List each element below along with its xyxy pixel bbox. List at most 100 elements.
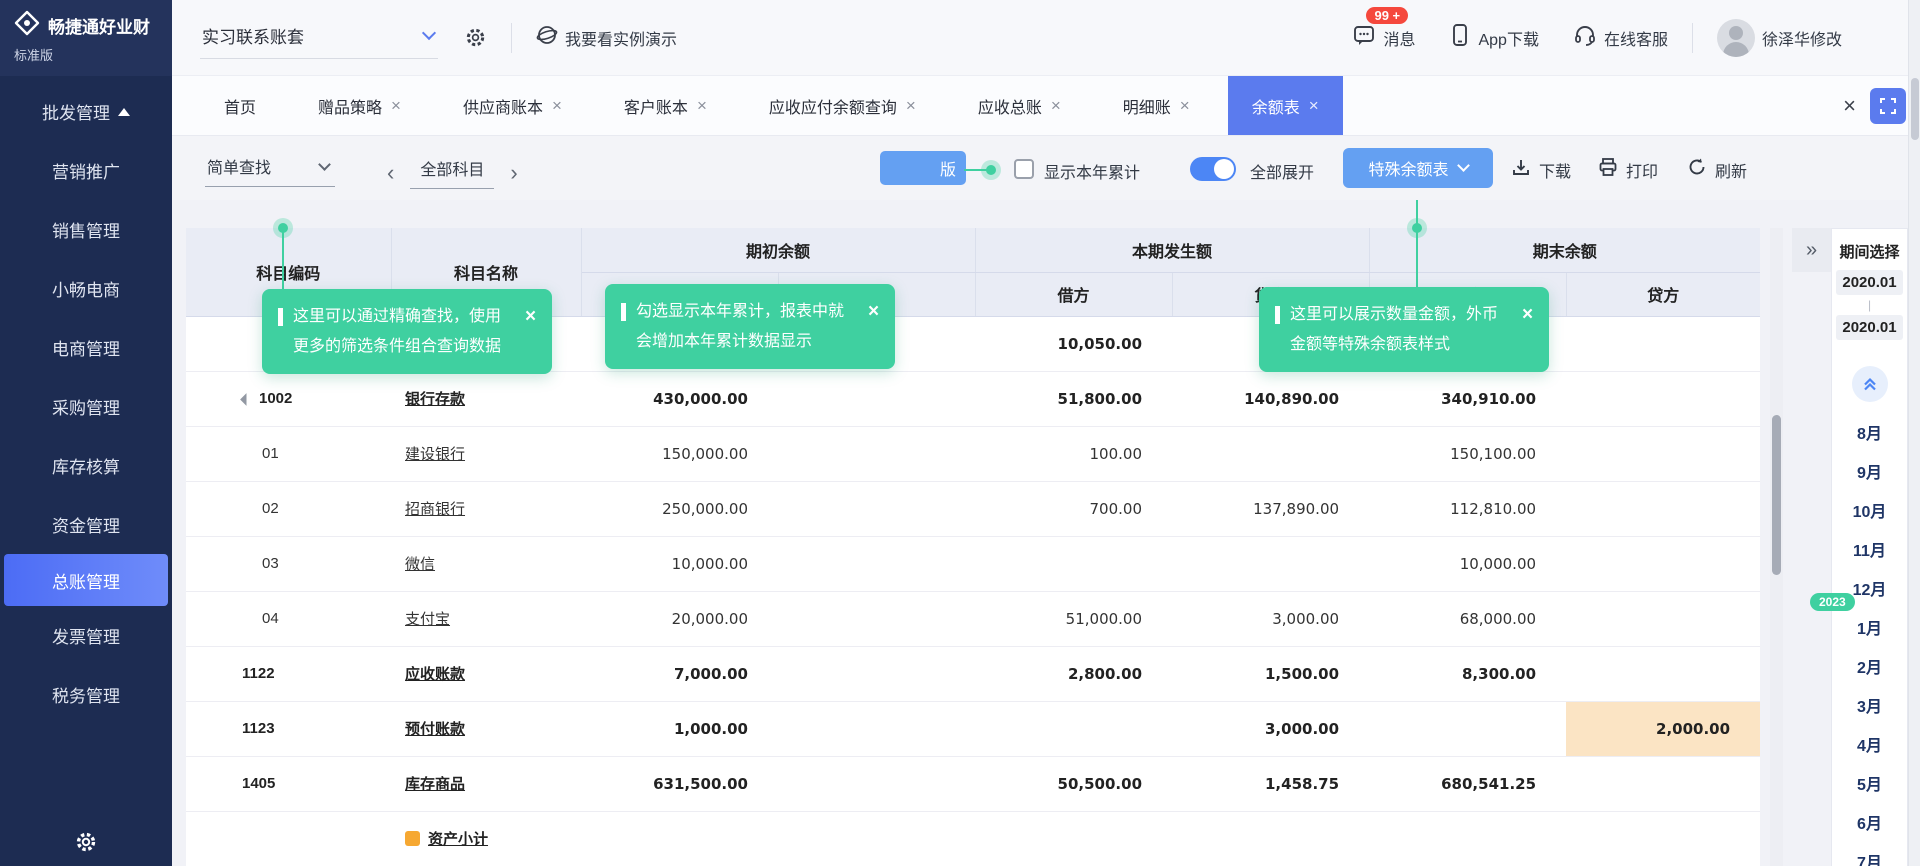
period-from[interactable]: 2020.01 (1836, 270, 1903, 295)
month-item-6月[interactable]: 6月 (1832, 802, 1907, 841)
headset-icon (1573, 23, 1597, 52)
month-item-10月[interactable]: 10月 (1832, 490, 1907, 529)
download-button[interactable]: 下载 (1511, 157, 1571, 182)
month-item-4月[interactable]: 4月 (1832, 724, 1907, 763)
sidebar-item-7[interactable]: 库存核算 (0, 436, 172, 495)
refresh-button[interactable]: 刷新 (1687, 157, 1747, 182)
close-all-icon[interactable]: × (1843, 93, 1856, 119)
sidebar-settings-gear-icon[interactable] (0, 830, 172, 854)
month-item-1月[interactable]: 1月 (1832, 607, 1907, 646)
tab-5[interactable]: 应收应付余额查询 × (745, 76, 940, 135)
online-service-button[interactable]: 在线客服 (1573, 23, 1668, 52)
sidebar-item-4[interactable]: 小畅电商 (0, 259, 172, 318)
show-ytd-label: 显示本年累计 (1044, 165, 1141, 182)
subject-name-link[interactable]: 银行存款 (405, 391, 465, 408)
tab-1[interactable]: 首页 (200, 76, 280, 135)
table-row[interactable]: 01 建设银行 150,000.00 100.00 150,100.00 (186, 426, 1761, 482)
subject-name-link[interactable]: 预付账款 (405, 721, 465, 738)
close-tab-icon[interactable]: × (1180, 97, 1190, 114)
scroll-to-current-button[interactable] (1851, 366, 1888, 402)
month-item-3月[interactable]: 3月 (1832, 685, 1907, 724)
prev-subject-icon[interactable]: ‹ (387, 161, 394, 184)
subject-filter-value[interactable]: 全部科目 (410, 156, 495, 189)
col-group-period[interactable]: 本期发生额 (975, 228, 1370, 273)
sidebar-item-8[interactable]: 资金管理 (0, 495, 172, 554)
close-tab-icon[interactable]: × (906, 97, 916, 114)
subject-name-link[interactable]: 招商银行 (405, 501, 465, 518)
table-row[interactable]: 02 招商银行 250,000.00 700.00 137,890.00 112,810.… (186, 481, 1761, 537)
table-row[interactable]: 04 支付宝 20,000.00 51,000.00 3,000.00 68,000.00 (186, 591, 1761, 647)
col-header-credit[interactable]: 贷方 (1566, 272, 1761, 317)
sidebar-item-11[interactable]: 税务管理 (0, 665, 172, 724)
subject-name-link[interactable]: 微信 (405, 556, 435, 573)
month-item-2月[interactable]: 2月 (1832, 646, 1907, 685)
tab-6[interactable]: 应收总账 × (954, 76, 1085, 135)
expand-collapse-icon[interactable] (240, 393, 253, 406)
cell-amount: 1,458.75 (1172, 756, 1370, 812)
demo-link[interactable]: 我要看实例演示 (536, 24, 677, 51)
table-scrollbar[interactable] (1770, 228, 1783, 866)
search-mode-select[interactable]: 简单查找 (205, 154, 335, 187)
tab-8[interactable]: 余额表 × (1227, 76, 1343, 135)
tab-3[interactable]: 供应商账本 × (439, 76, 586, 135)
col-group-opening[interactable]: 期初余额 (581, 228, 976, 273)
cell-amount: 137,890.00 (1172, 481, 1370, 537)
close-tab-icon[interactable]: × (1309, 97, 1319, 114)
cell-amount: 20,000.00 (581, 591, 778, 647)
table-scrollbar-thumb[interactable] (1772, 415, 1781, 575)
special-balance-table-button[interactable]: 特殊余额表 (1343, 148, 1493, 188)
cell-amount: 51,800.00 (975, 371, 1173, 427)
partially-hidden-version-button[interactable]: 版 (880, 151, 966, 185)
next-subject-icon[interactable]: › (510, 161, 517, 184)
sidebar-item-2[interactable]: 营销推广 (0, 141, 172, 200)
month-item-11月[interactable]: 11月 (1832, 529, 1907, 568)
sidebar-item-6[interactable]: 采购管理 (0, 377, 172, 436)
close-tab-icon[interactable]: × (391, 97, 401, 114)
tooltip-close-icon[interactable]: × (1522, 300, 1533, 330)
subject-name-link[interactable]: 应收账款 (405, 666, 465, 683)
period-to[interactable]: 2020.01 (1836, 315, 1903, 340)
subject-name-link[interactable]: 建设银行 (405, 446, 465, 463)
messages-button[interactable]: 99 + 消息 (1352, 7, 1415, 52)
tab-7[interactable]: 明细账 × (1099, 76, 1214, 135)
cell-amount (778, 481, 976, 537)
topbar-settings-gear-icon[interactable] (464, 26, 487, 49)
table-row[interactable]: 1123 预付账款 1,000.00 3,000.00 2,000.00 (186, 701, 1761, 757)
sidebar-item-3[interactable]: 销售管理 (0, 200, 172, 259)
tab-2[interactable]: 赠品策略 × (294, 76, 425, 135)
table-row[interactable]: 1002 银行存款 430,000.00 51,800.00 140,890.00 340… (186, 371, 1761, 427)
tooltip-close-icon[interactable]: × (868, 297, 879, 327)
sidebar-item-9[interactable]: 总账管理 (4, 554, 168, 606)
sidebar-item-10[interactable]: 发票管理 (0, 606, 172, 665)
expand-all-toggle[interactable] (1190, 157, 1236, 181)
subject-name-link[interactable]: 库存商品 (405, 776, 465, 793)
col-group-ending[interactable]: 期末余额 (1369, 228, 1761, 273)
app-download-button[interactable]: App下载 (1449, 23, 1539, 52)
account-set-selector[interactable]: 实习联系账套 (200, 17, 438, 59)
table-row[interactable]: 1122 应收账款 7,000.00 2,800.00 1,500.00 8,300.00 (186, 646, 1761, 702)
table-row[interactable]: 1405 库存商品 631,500.00 50,500.00 1,458.75 680,5… (186, 756, 1761, 812)
month-item-8月[interactable]: 8月 (1832, 412, 1907, 451)
month-item-5月[interactable]: 5月 (1832, 763, 1907, 802)
table-row[interactable]: 03 微信 10,000.00 10,000.00 (186, 536, 1761, 592)
fullscreen-button[interactable] (1870, 87, 1906, 124)
col-header-debit[interactable]: 借方 (975, 272, 1173, 317)
close-tab-icon[interactable]: × (697, 97, 707, 114)
show-ytd-checkbox[interactable] (1014, 159, 1034, 179)
table-row[interactable]: 资产小计 (186, 811, 1761, 866)
subject-name-link[interactable]: 支付宝 (405, 611, 450, 628)
print-button[interactable]: 打印 (1598, 157, 1658, 182)
sidebar-item-5[interactable]: 电商管理 (0, 318, 172, 377)
tooltip-close-icon[interactable]: × (525, 302, 536, 332)
month-item-9月[interactable]: 9月 (1832, 451, 1907, 490)
user-menu[interactable]: 徐泽华修改 (1716, 18, 1842, 57)
page-scrollbar[interactable] (1908, 0, 1920, 866)
close-tab-icon[interactable]: × (552, 97, 562, 114)
sidebar-item-1[interactable]: 批发管理 (0, 82, 172, 141)
month-item-7月[interactable]: 7月 (1832, 841, 1907, 866)
tab-4[interactable]: 客户账本 × (600, 76, 731, 135)
close-tab-icon[interactable]: × (1051, 97, 1061, 114)
collapse-period-panel-button[interactable]: » (1792, 228, 1831, 272)
page-scrollbar-thumb[interactable] (1911, 78, 1919, 140)
subject-name-link[interactable]: 资产小计 (428, 831, 488, 848)
